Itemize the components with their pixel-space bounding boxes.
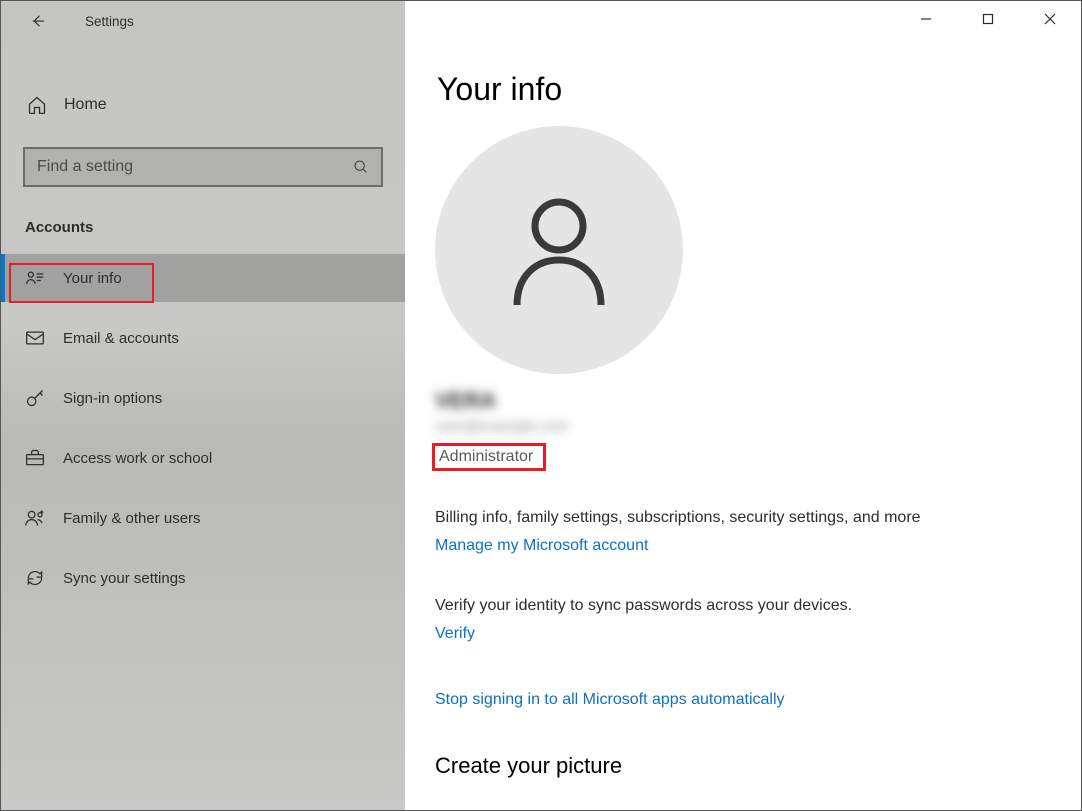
minimize-button[interactable]	[895, 1, 957, 37]
verify-description: Verify your identity to sync passwords a…	[435, 597, 1035, 615]
sidebar-item-your-info[interactable]: Your info	[1, 254, 405, 302]
sync-icon	[25, 568, 45, 588]
home-label: Home	[64, 96, 107, 114]
window-title: Settings	[85, 14, 134, 29]
category-label: Accounts	[25, 219, 405, 236]
content-area: Your info VERA user@example.com Administ…	[405, 1, 1081, 810]
sidebar: Settings Home Accounts Your info Email &…	[1, 1, 405, 810]
user-email: user@example.com	[435, 418, 1081, 435]
billing-description: Billing info, family settings, subscript…	[435, 509, 1035, 527]
close-icon	[1044, 13, 1056, 25]
sidebar-item-label: Your info	[63, 270, 122, 287]
close-button[interactable]	[1019, 1, 1081, 37]
maximize-button[interactable]	[957, 1, 1019, 37]
user-name: VERA	[435, 388, 1081, 414]
user-role: Administrator	[439, 448, 533, 465]
sidebar-item-access-work-school[interactable]: Access work or school	[1, 434, 405, 482]
maximize-icon	[982, 13, 994, 25]
back-button[interactable]	[23, 6, 53, 36]
title-bar: Settings	[1, 1, 405, 41]
manage-account-link[interactable]: Manage my Microsoft account	[435, 537, 1081, 555]
sidebar-item-label: Sign-in options	[63, 390, 162, 407]
search-input[interactable]	[37, 158, 353, 176]
sidebar-item-label: Access work or school	[63, 450, 212, 467]
stop-signing-link[interactable]: Stop signing in to all Microsoft apps au…	[435, 691, 1081, 709]
window-controls	[895, 1, 1081, 37]
search-box[interactable]	[23, 147, 383, 187]
arrow-left-icon	[29, 12, 47, 30]
verify-link[interactable]: Verify	[435, 625, 1081, 643]
create-picture-title: Create your picture	[435, 753, 1081, 779]
key-icon	[25, 388, 45, 408]
home-icon	[27, 95, 47, 115]
home-button[interactable]: Home	[1, 85, 405, 125]
people-icon	[25, 508, 45, 528]
minimize-icon	[920, 13, 932, 25]
sidebar-item-sign-in-options[interactable]: Sign-in options	[1, 374, 405, 422]
settings-window: Settings Home Accounts Your info Email &…	[1, 1, 1081, 810]
avatar	[435, 126, 683, 374]
search-icon	[353, 159, 369, 175]
sidebar-item-sync-settings[interactable]: Sync your settings	[1, 554, 405, 602]
sidebar-item-label: Email & accounts	[63, 330, 179, 347]
sidebar-item-label: Sync your settings	[63, 570, 186, 587]
highlight-box-role: Administrator	[432, 443, 546, 471]
mail-icon	[25, 328, 45, 348]
person-icon	[499, 190, 619, 310]
sidebar-item-label: Family & other users	[63, 510, 201, 527]
sidebar-item-email-accounts[interactable]: Email & accounts	[1, 314, 405, 362]
briefcase-icon	[25, 448, 45, 468]
sidebar-item-family-users[interactable]: Family & other users	[1, 494, 405, 542]
page-title: Your info	[437, 71, 1081, 108]
person-card-icon	[25, 268, 45, 288]
